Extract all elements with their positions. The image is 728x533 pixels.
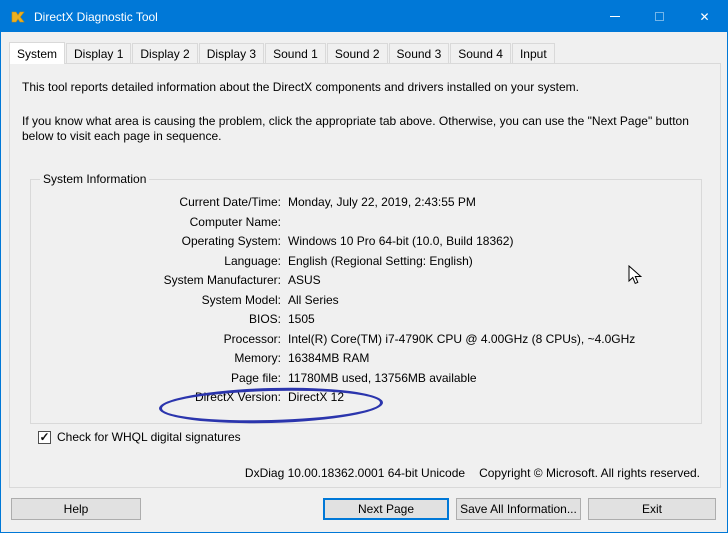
system-information-fields: Current Date/Time: Monday, July 22, 2019,…	[31, 193, 701, 408]
field-row: Page file: 11780MB used, 13756MB availabl…	[31, 369, 701, 389]
tab-display-1[interactable]: Display 1	[66, 43, 131, 63]
field-label: System Model:	[31, 291, 281, 311]
field-value: Monday, July 22, 2019, 2:43:55 PM	[288, 193, 476, 213]
field-value: All Series	[288, 291, 339, 311]
field-value: English (Regional Setting: English)	[288, 252, 473, 272]
field-row-directx-version: DirectX Version: DirectX 12	[31, 388, 701, 408]
field-value: Windows 10 Pro 64-bit (10.0, Build 18362…	[288, 232, 513, 252]
field-row: Operating System: Windows 10 Pro 64-bit (…	[31, 232, 701, 252]
groupbox-title: System Information	[40, 172, 149, 186]
field-label: Current Date/Time:	[31, 193, 281, 213]
close-icon: ✕	[699, 11, 709, 23]
field-row: Computer Name:	[31, 213, 701, 233]
check-icon: ✓	[39, 431, 49, 443]
field-label: DirectX Version:	[31, 388, 281, 408]
status-version: DxDiag 10.00.18362.0001 64-bit Unicode	[245, 466, 465, 480]
field-row: System Model: All Series	[31, 291, 701, 311]
field-row: Processor: Intel(R) Core(TM) i7-4790K CPU…	[31, 330, 701, 350]
field-label: Operating System:	[31, 232, 281, 252]
checkbox-label: Check for WHQL digital signatures	[57, 430, 241, 444]
field-label: BIOS:	[31, 310, 281, 330]
whql-checkbox[interactable]: ✓ Check for WHQL digital signatures	[38, 430, 241, 444]
field-value: 11780MB used, 13756MB available	[288, 369, 477, 389]
field-row: BIOS: 1505	[31, 310, 701, 330]
intro-text-2: If you know what area is causing the pro…	[22, 114, 698, 144]
tab-input[interactable]: Input	[512, 43, 555, 63]
titlebar: DirectX Diagnostic Tool ✕	[1, 1, 727, 32]
field-label: Language:	[31, 252, 281, 272]
field-label: Page file:	[31, 369, 281, 389]
field-value: 1505	[288, 310, 315, 330]
save-all-information-button[interactable]: Save All Information...	[456, 498, 581, 520]
tab-sound-3[interactable]: Sound 3	[389, 43, 450, 63]
field-label: Computer Name:	[31, 213, 281, 233]
field-label: Processor:	[31, 330, 281, 350]
field-value: ASUS	[288, 271, 321, 291]
tab-display-3[interactable]: Display 3	[199, 43, 264, 63]
maximize-icon	[655, 12, 664, 21]
field-value: Intel(R) Core(TM) i7-4790K CPU @ 4.00GHz…	[288, 330, 635, 350]
tab-strip: System Display 1 Display 2 Display 3 Sou…	[9, 42, 556, 63]
minimize-icon	[610, 16, 620, 17]
next-page-button[interactable]: Next Page	[323, 498, 449, 520]
status-line: DxDiag 10.00.18362.0001 64-bit Unicode C…	[245, 466, 700, 480]
status-copyright: Copyright © Microsoft. All rights reserv…	[479, 466, 700, 480]
field-row: Language: English (Regional Setting: Engl…	[31, 252, 701, 272]
field-value: 16384MB RAM	[288, 349, 369, 369]
tab-display-2[interactable]: Display 2	[132, 43, 197, 63]
tab-page-system: This tool reports detailed information a…	[9, 63, 721, 488]
field-row: Memory: 16384MB RAM	[31, 349, 701, 369]
field-label: Memory:	[31, 349, 281, 369]
directx-icon	[10, 9, 26, 25]
field-value: DirectX 12	[288, 388, 344, 408]
field-row: System Manufacturer: ASUS	[31, 271, 701, 291]
minimize-button[interactable]	[592, 1, 637, 32]
checkbox-box-icon: ✓	[38, 431, 51, 444]
field-label: System Manufacturer:	[31, 271, 281, 291]
close-button[interactable]: ✕	[682, 1, 727, 32]
tab-sound-2[interactable]: Sound 2	[327, 43, 388, 63]
directx-diagnostic-window: DirectX Diagnostic Tool ✕ System Display…	[0, 0, 728, 533]
tab-sound-1[interactable]: Sound 1	[265, 43, 326, 63]
exit-button[interactable]: Exit	[588, 498, 716, 520]
tab-sound-4[interactable]: Sound 4	[450, 43, 511, 63]
help-button[interactable]: Help	[11, 498, 141, 520]
window-controls: ✕	[592, 1, 727, 32]
intro-text-1: This tool reports detailed information a…	[22, 80, 702, 94]
system-information-groupbox: System Information Current Date/Time: Mon…	[30, 172, 702, 424]
tab-system[interactable]: System	[9, 42, 65, 64]
maximize-button	[637, 1, 682, 32]
window-title: DirectX Diagnostic Tool	[34, 10, 158, 24]
field-row: Current Date/Time: Monday, July 22, 2019,…	[31, 193, 701, 213]
